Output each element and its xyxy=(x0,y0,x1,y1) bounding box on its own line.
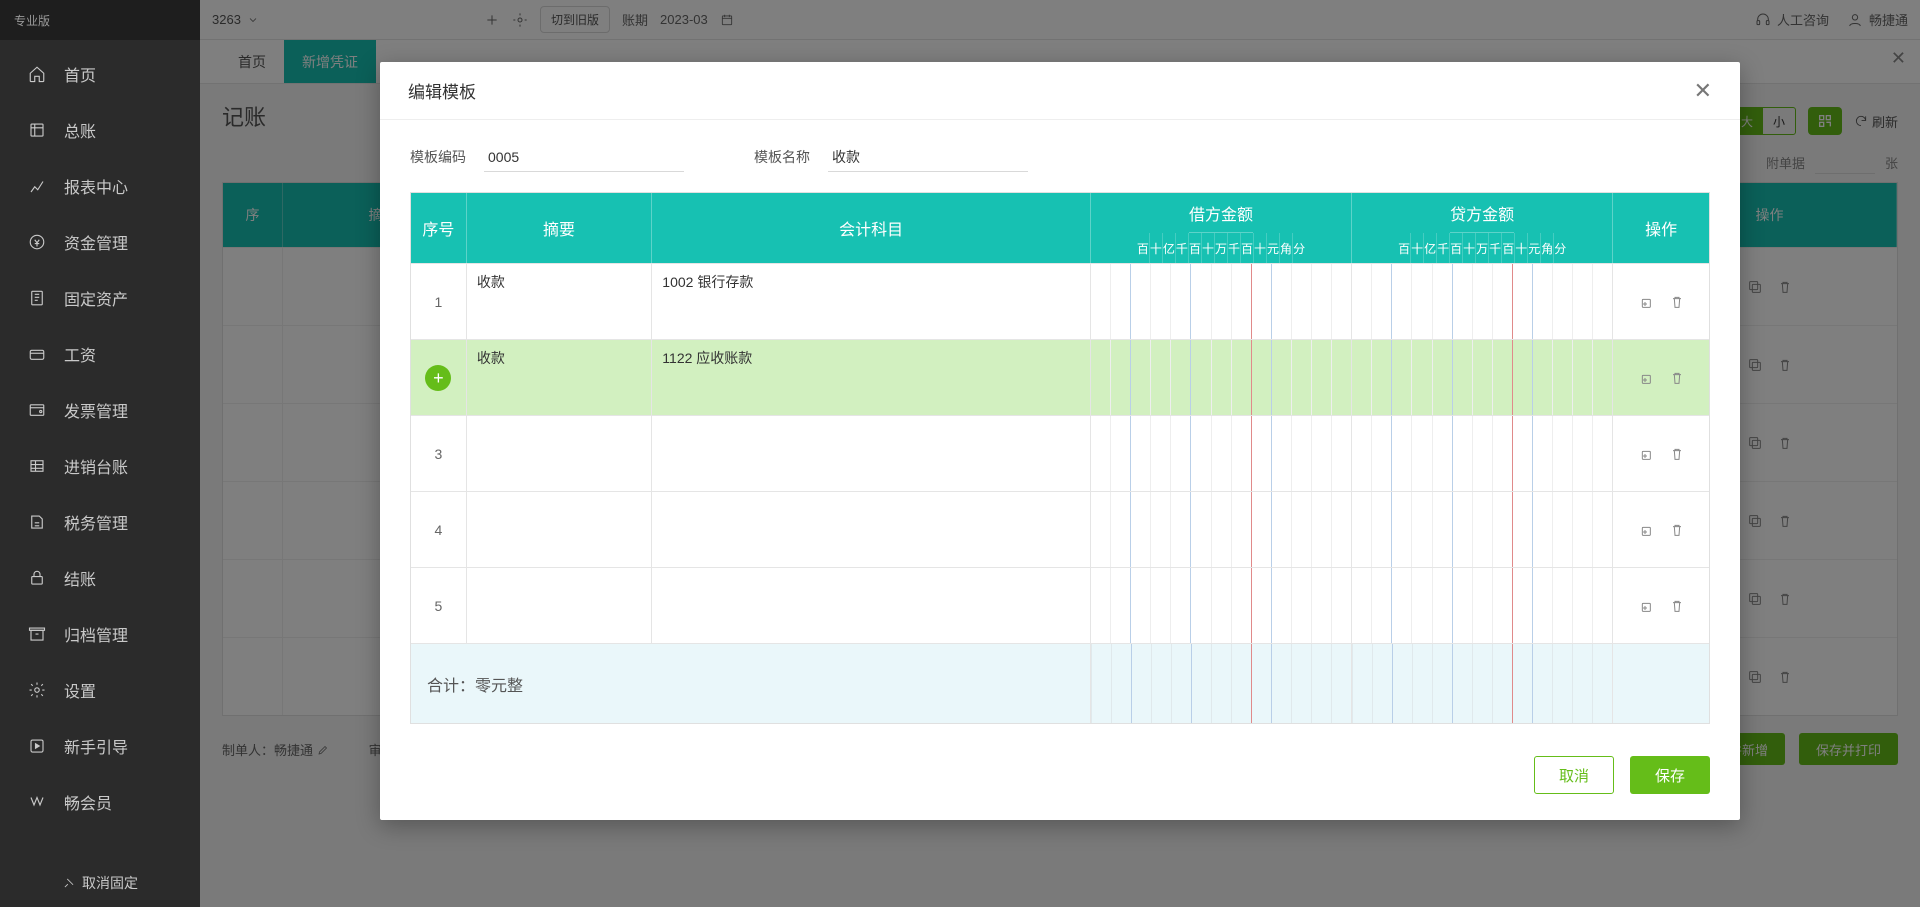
home-icon xyxy=(28,65,46,83)
brand-subtitle: 专业版 xyxy=(0,0,200,40)
nav-ledger[interactable]: 总账 xyxy=(0,102,200,158)
template-table: 序号 摘要 会计科目 借方金额 百十亿千百十万千百十元角分 贷方金额 百十亿千百… xyxy=(410,192,1710,724)
wallet-icon xyxy=(28,345,46,363)
unpin-icon xyxy=(62,876,76,890)
summary-cell[interactable]: 收款 xyxy=(467,340,652,415)
invoice-icon xyxy=(28,401,46,419)
delete-icon[interactable] xyxy=(1669,522,1685,538)
save-button[interactable]: 保存 xyxy=(1630,756,1710,794)
ledger-icon xyxy=(28,121,46,139)
col-action: 操作 xyxy=(1613,193,1709,263)
credit-cell[interactable] xyxy=(1352,264,1613,339)
nav-archive[interactable]: 归档管理 xyxy=(0,606,200,662)
nav-reports[interactable]: 报表中心 xyxy=(0,158,200,214)
nav-home[interactable]: 首页 xyxy=(0,46,200,102)
copy-icon[interactable] xyxy=(1637,522,1653,538)
debit-cell[interactable] xyxy=(1091,264,1352,339)
template-row[interactable]: 5 xyxy=(411,567,1709,643)
copy-icon[interactable] xyxy=(1637,446,1653,462)
nav-guide[interactable]: 新手引导 xyxy=(0,718,200,774)
account-cell[interactable]: 1002 银行存款 xyxy=(652,264,1091,339)
col-account: 会计科目 xyxy=(652,193,1091,263)
col-debit: 借方金额 百十亿千百十万千百十元角分 xyxy=(1091,193,1352,263)
tax-icon xyxy=(28,513,46,531)
chart-icon xyxy=(28,177,46,195)
summary-cell[interactable]: 收款 xyxy=(467,264,652,339)
template-code-label: 模板编码 xyxy=(410,147,466,167)
copy-icon[interactable] xyxy=(1637,294,1653,310)
copy-icon[interactable] xyxy=(1637,370,1653,386)
debit-cell[interactable] xyxy=(1091,568,1352,643)
play-icon xyxy=(28,737,46,755)
modal-close-button[interactable]: ✕ xyxy=(1694,80,1712,102)
nav-close[interactable]: 结账 xyxy=(0,550,200,606)
debit-cell[interactable] xyxy=(1091,416,1352,491)
template-row[interactable]: + 收款 1122 应收账款 xyxy=(411,339,1709,415)
add-row-button[interactable]: + xyxy=(425,365,451,391)
asset-icon xyxy=(28,289,46,307)
account-cell[interactable] xyxy=(652,492,1091,567)
debit-cell[interactable] xyxy=(1091,340,1352,415)
summary-cell[interactable] xyxy=(467,416,652,491)
nav-funds[interactable]: 资金管理 xyxy=(0,214,200,270)
col-credit: 贷方金额 百十亿千百十万千百十元角分 xyxy=(1352,193,1613,263)
nav-salary[interactable]: 工资 xyxy=(0,326,200,382)
main-area: 3263 切到旧版 账期 2023-03 人工咨询 畅捷通 首页 新增凭证 ✕ … xyxy=(200,0,1920,907)
archive-icon xyxy=(28,625,46,643)
delete-icon[interactable] xyxy=(1669,294,1685,310)
template-row[interactable]: 1 收款 1002 银行存款 xyxy=(411,263,1709,339)
template-row[interactable]: 3 xyxy=(411,415,1709,491)
coin-icon xyxy=(28,233,46,251)
debit-cell[interactable] xyxy=(1091,492,1352,567)
delete-icon[interactable] xyxy=(1669,370,1685,386)
delete-icon[interactable] xyxy=(1669,598,1685,614)
sidebar: 专业版 首页 总账 报表中心 资金管理 固定资产 工资 发票管理 进销台账 税务… xyxy=(0,0,200,907)
account-cell[interactable]: 1122 应收账款 xyxy=(652,340,1091,415)
nav-inventory[interactable]: 进销台账 xyxy=(0,438,200,494)
gear-icon xyxy=(28,681,46,699)
vip-icon xyxy=(28,793,46,811)
summary-cell[interactable] xyxy=(467,492,652,567)
modal-title: 编辑模板 xyxy=(408,78,476,103)
credit-cell[interactable] xyxy=(1352,340,1613,415)
template-row[interactable]: 4 xyxy=(411,491,1709,567)
summary-cell[interactable] xyxy=(467,568,652,643)
credit-cell[interactable] xyxy=(1352,492,1613,567)
col-summary: 摘要 xyxy=(467,193,652,263)
credit-cell[interactable] xyxy=(1352,568,1613,643)
cancel-button[interactable]: 取消 xyxy=(1534,756,1614,794)
copy-icon[interactable] xyxy=(1637,598,1653,614)
edit-template-modal: 编辑模板 ✕ 模板编码 模板名称 序号 摘 xyxy=(380,62,1740,820)
template-name-input[interactable] xyxy=(828,142,1028,172)
nav-settings[interactable]: 设置 xyxy=(0,662,200,718)
nav-tax[interactable]: 税务管理 xyxy=(0,494,200,550)
account-cell[interactable] xyxy=(652,568,1091,643)
template-code-input[interactable] xyxy=(484,142,684,172)
template-name-label: 模板名称 xyxy=(754,147,810,167)
delete-icon[interactable] xyxy=(1669,446,1685,462)
nav: 首页 总账 报表中心 资金管理 固定资产 工资 发票管理 进销台账 税务管理 结… xyxy=(0,40,200,907)
lock-icon xyxy=(28,569,46,587)
col-index: 序号 xyxy=(411,193,467,263)
sidebar-unpin[interactable]: 取消固定 xyxy=(0,859,200,907)
table-icon xyxy=(28,457,46,475)
template-total-row: 合计：零元整 xyxy=(411,643,1709,723)
nav-vip[interactable]: 畅会员 xyxy=(0,774,200,830)
nav-invoice[interactable]: 发票管理 xyxy=(0,382,200,438)
account-cell[interactable] xyxy=(652,416,1091,491)
credit-cell[interactable] xyxy=(1352,416,1613,491)
nav-assets[interactable]: 固定资产 xyxy=(0,270,200,326)
